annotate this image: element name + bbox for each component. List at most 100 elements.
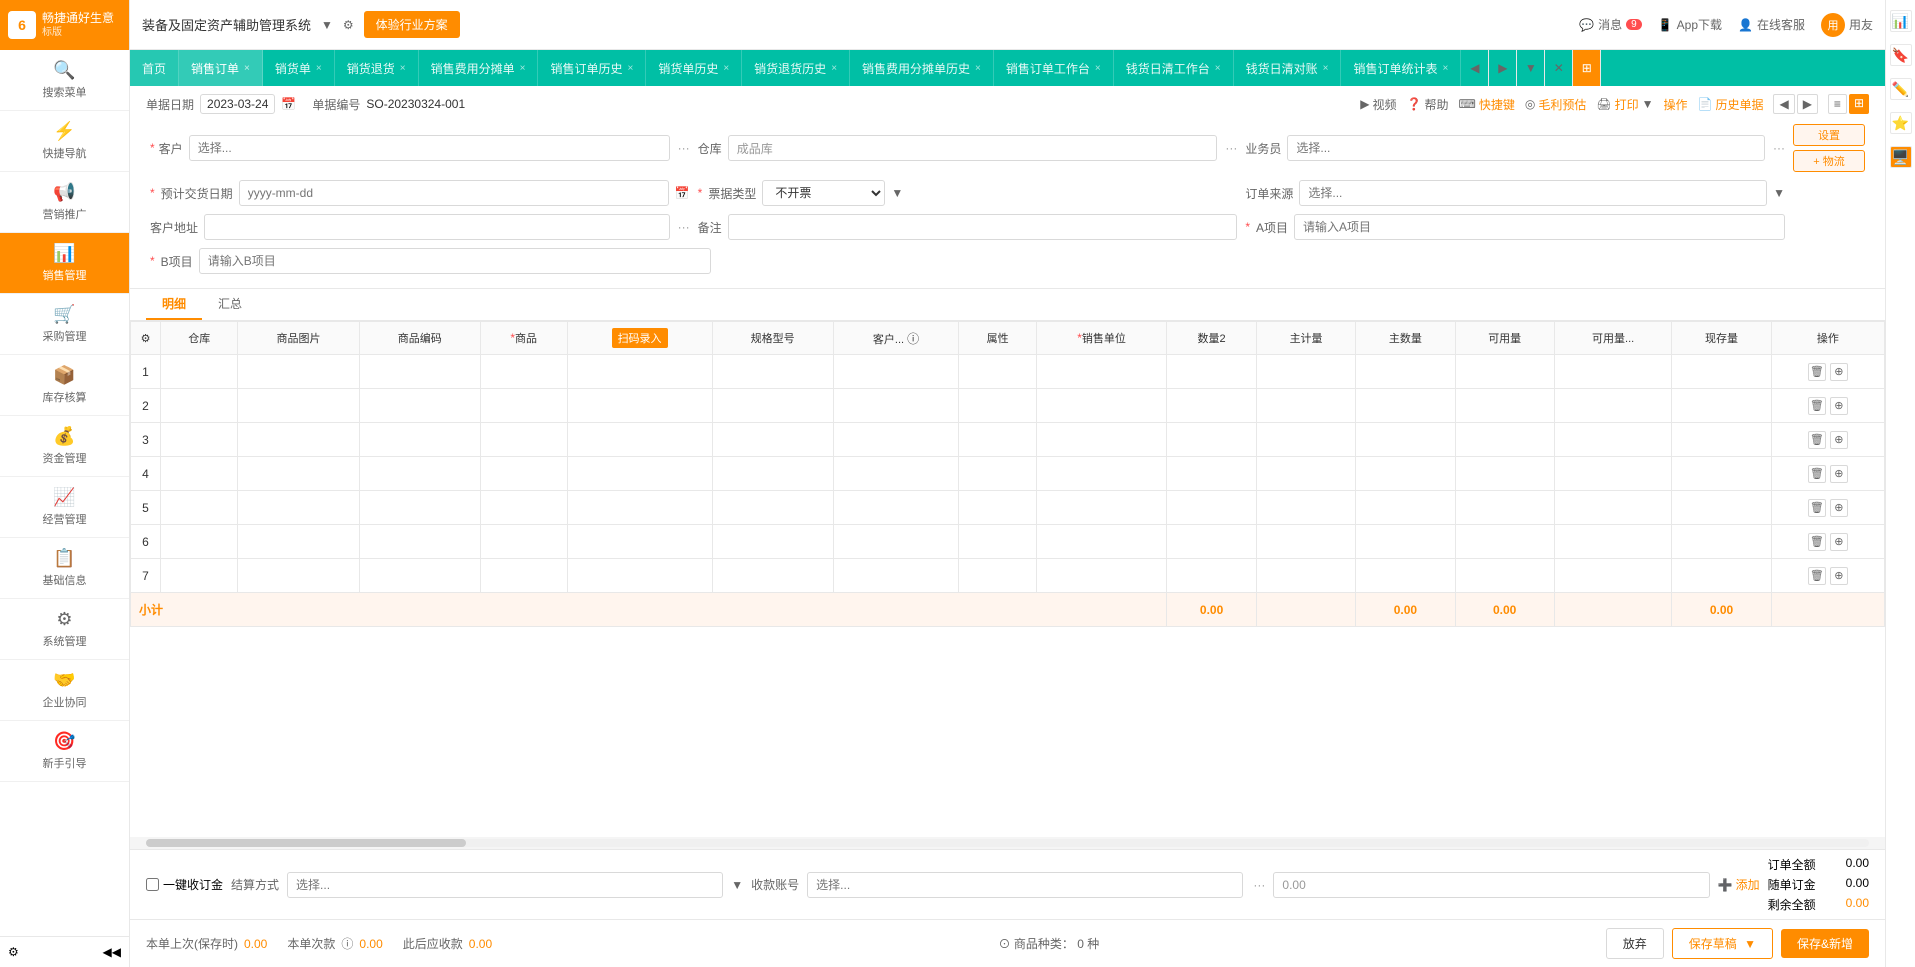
info-icon[interactable]: ⓘ (907, 332, 919, 346)
cell-attr[interactable] (959, 389, 1036, 423)
delete-row-btn[interactable]: 🗑 (1808, 533, 1826, 551)
copy-row-btn[interactable]: ⊕ (1830, 465, 1848, 483)
tab-close-icon[interactable]: × (627, 63, 633, 74)
remark-input[interactable] (728, 214, 1238, 240)
cell-qty2[interactable] (1167, 491, 1257, 525)
salesperson-more-icon[interactable]: ··· (1773, 141, 1785, 155)
tab-close-icon[interactable]: × (316, 63, 322, 74)
payment-method-input[interactable] (287, 872, 723, 898)
online-service-btn[interactable]: 👤 在线客服 (1738, 16, 1805, 33)
sidebar-item-system[interactable]: ⚙ 系统管理 (0, 599, 129, 660)
sidebar-item-basic[interactable]: 📋 基础信息 (0, 538, 129, 599)
addr-input[interactable] (204, 214, 670, 240)
customer-more-icon[interactable]: ··· (678, 141, 690, 155)
solution-btn[interactable]: 体验行业方案 (364, 11, 460, 38)
tab-order-history[interactable]: 销售订单历史 × (538, 50, 646, 86)
tab-close-icon[interactable]: × (1215, 63, 1221, 74)
tab-close-icon[interactable]: × (723, 63, 729, 74)
sidebar-item-quicknav[interactable]: ⚡ 快捷导航 (0, 111, 129, 172)
sidebar-item-operation[interactable]: 📈 经营管理 (0, 477, 129, 538)
sidebar-item-search[interactable]: 🔍 搜索菜单 (0, 50, 129, 111)
cell-qty2[interactable] (1167, 355, 1257, 389)
customer-input[interactable] (189, 135, 670, 161)
save-btn[interactable]: 保存&新增 (1781, 929, 1869, 958)
tab-sales-stats[interactable]: 销售订单统计表 × (1341, 50, 1461, 86)
tab-daily-workspace[interactable]: 钱货日清工作台 × (1114, 50, 1234, 86)
cell-qty2[interactable] (1167, 423, 1257, 457)
cell-qty2[interactable] (1167, 457, 1257, 491)
tab-menu-btn[interactable]: ▼ (1517, 50, 1545, 86)
cell-product[interactable] (480, 389, 567, 423)
settings-btn[interactable]: 设置 (1793, 124, 1865, 146)
cell-unit[interactable] (1036, 491, 1166, 525)
cell-qty2[interactable] (1167, 389, 1257, 423)
sidebar-item-guide[interactable]: 🎯 新手引导 (0, 721, 129, 782)
cell-customer-code[interactable] (833, 389, 959, 423)
tab-sales-bill[interactable]: 销货单 × (263, 50, 335, 86)
history-btn[interactable]: 📄 历史单据 (1697, 96, 1763, 113)
cell-main-qty[interactable] (1356, 355, 1455, 389)
cell-unit[interactable] (1036, 457, 1166, 491)
info-icon2[interactable]: ⓘ (341, 935, 353, 952)
delete-row-btn[interactable]: 🗑 (1808, 499, 1826, 517)
cell-attr[interactable] (959, 423, 1036, 457)
add-logistics-btn[interactable]: + 物流 (1793, 150, 1865, 172)
sidebar-item-marketing[interactable]: 📢 营销推广 (0, 172, 129, 233)
draft-btn[interactable]: 保存草稿 ▼ (1672, 928, 1773, 959)
profit-btn[interactable]: ◎ 毛利预估 (1525, 96, 1587, 113)
cell-code[interactable] (359, 559, 480, 593)
tab-prev-btn[interactable]: ◀ (1461, 50, 1489, 86)
prev-record-icon[interactable]: ◀ (1773, 94, 1794, 114)
cell-code[interactable] (359, 491, 480, 525)
payment-amount-input[interactable] (1273, 872, 1709, 898)
cell-product[interactable] (480, 423, 567, 457)
user-avatar[interactable]: 用 用友 (1821, 13, 1873, 37)
tab-sales-expense[interactable]: 销售费用分摊单 × (419, 50, 539, 86)
print-dropdown-icon[interactable]: ▼ (1642, 97, 1654, 111)
panel-btn-1[interactable]: 📊 (1890, 10, 1912, 32)
col-setting[interactable]: ⚙ (131, 322, 161, 355)
delete-row-btn[interactable]: 🗑 (1808, 465, 1826, 483)
collapse-icon[interactable]: ◀◀ (103, 945, 121, 959)
project-a-input[interactable] (1294, 214, 1785, 240)
tab-order-workspace[interactable]: 销售订单工作台 × (994, 50, 1114, 86)
cell-attr[interactable] (959, 559, 1036, 593)
tab-close-icon[interactable]: × (975, 63, 981, 74)
one-click-checkbox-input[interactable] (146, 878, 159, 891)
cell-qty2[interactable] (1167, 525, 1257, 559)
operation-btn[interactable]: 操作 (1663, 96, 1687, 113)
cell-customer-code[interactable] (833, 525, 959, 559)
cell-main-qty[interactable] (1356, 423, 1455, 457)
cell-spec[interactable] (712, 355, 833, 389)
cell-attr[interactable] (959, 525, 1036, 559)
message-btn[interactable]: 💬 消息 9 (1579, 16, 1642, 33)
cell-product[interactable] (480, 559, 567, 593)
warehouse-more-icon[interactable]: ··· (1225, 141, 1237, 155)
cell-spec[interactable] (712, 525, 833, 559)
cell-product[interactable] (480, 491, 567, 525)
account-more-icon[interactable]: ··· (1253, 878, 1265, 892)
delete-row-btn[interactable]: 🗑 (1808, 397, 1826, 415)
cell-unit[interactable] (1036, 423, 1166, 457)
payment-dropdown-icon[interactable]: ▼ (731, 878, 743, 892)
tab-close-icon[interactable]: × (1323, 63, 1329, 74)
cell-main-qty[interactable] (1356, 389, 1455, 423)
discard-btn[interactable]: 放弃 (1606, 928, 1664, 959)
cell-attr[interactable] (959, 491, 1036, 525)
cell-product[interactable] (480, 525, 567, 559)
cell-code[interactable] (359, 525, 480, 559)
cell-customer-code[interactable] (833, 457, 959, 491)
addr-more-icon[interactable]: ··· (678, 220, 690, 234)
sidebar-item-sales[interactable]: 📊 销售管理 (0, 233, 129, 294)
cell-main-qty[interactable] (1356, 457, 1455, 491)
print-btn[interactable]: 🖨 打印 ▼ (1596, 96, 1653, 113)
tab-close-icon[interactable]: × (831, 63, 837, 74)
tab-bill-history[interactable]: 销货单历史 × (646, 50, 742, 86)
one-click-checkbox[interactable]: 一键收订金 (146, 876, 223, 893)
draft-dropdown-icon[interactable]: ▼ (1744, 937, 1756, 951)
scrollbar-thumb[interactable] (146, 839, 466, 847)
cell-code[interactable] (359, 423, 480, 457)
cell-customer-code[interactable] (833, 559, 959, 593)
cell-code[interactable] (359, 355, 480, 389)
panel-btn-4[interactable]: ⭐ (1890, 112, 1912, 134)
